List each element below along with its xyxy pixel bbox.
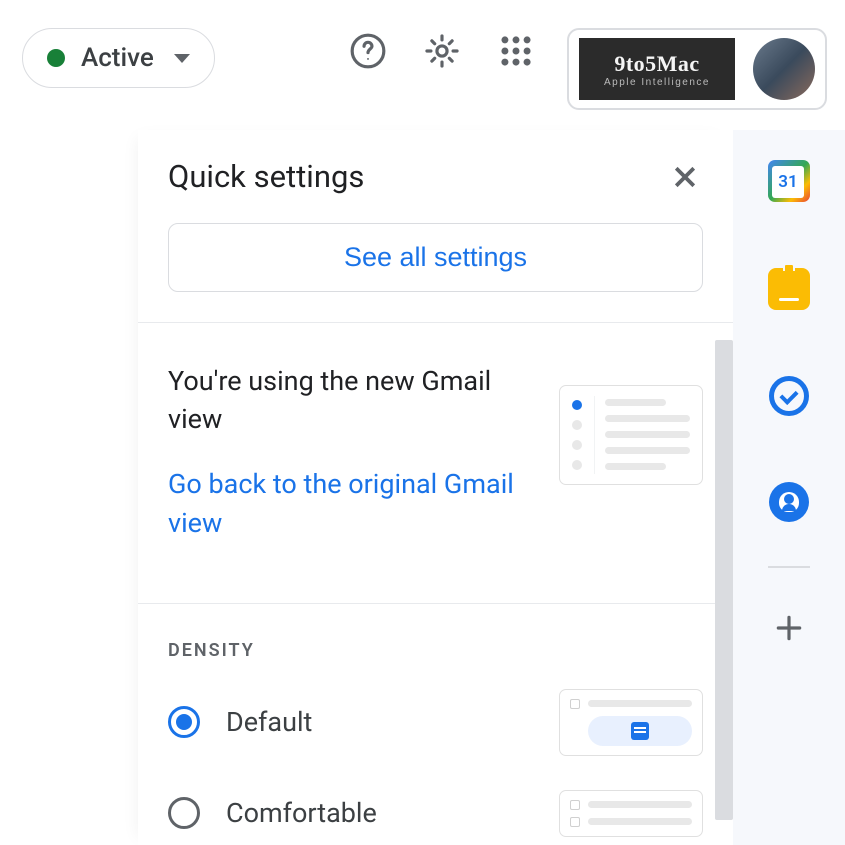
close-button[interactable] <box>667 159 703 195</box>
avatar[interactable] <box>753 38 815 100</box>
brand-logo: 9to5Mac Apple Intelligence <box>579 38 735 100</box>
density-comfortable-thumbnail-icon <box>559 790 703 837</box>
go-back-original-view-link[interactable]: Go back to the original Gmail view <box>168 465 539 543</box>
add-app-button[interactable] <box>773 612 805 648</box>
contacts-app-button[interactable] <box>769 482 809 522</box>
density-option-comfortable[interactable]: Comfortable <box>168 790 703 837</box>
apps-button[interactable] <box>493 28 539 74</box>
help-button[interactable] <box>345 28 391 74</box>
radio-selected-icon <box>168 706 200 738</box>
density-option-default[interactable]: Default <box>168 689 703 756</box>
density-option-label: Default <box>226 706 533 738</box>
radio-unselected-icon <box>168 797 200 829</box>
status-chip[interactable]: Active <box>22 28 215 88</box>
see-all-settings-button[interactable]: See all settings <box>168 223 703 292</box>
close-icon <box>670 162 700 192</box>
calendar-app-button[interactable]: 31 <box>768 160 810 202</box>
gmail-view-message: You're using the new Gmail view <box>168 363 539 439</box>
help-icon <box>349 32 387 70</box>
brand-line1: 9to5Mac <box>614 51 699 77</box>
side-panel-divider <box>768 566 810 568</box>
quick-settings-panel: Quick settings See all settings You're u… <box>138 130 734 845</box>
density-option-label: Comfortable <box>226 797 533 829</box>
settings-button[interactable] <box>419 28 465 74</box>
brand-line2: Apple Intelligence <box>604 77 710 88</box>
panel-header: Quick settings <box>168 158 703 195</box>
scrollbar[interactable] <box>715 340 733 820</box>
account-box[interactable]: 9to5Mac Apple Intelligence <box>567 28 827 110</box>
plus-icon <box>773 612 805 644</box>
status-label: Active <box>81 43 154 73</box>
status-dot-icon <box>47 49 65 67</box>
gmail-view-thumbnail-icon <box>559 385 703 485</box>
calendar-day: 31 <box>772 166 804 198</box>
keep-app-button[interactable] <box>768 268 810 310</box>
top-bar: Active 9to5Mac Apple Intelligence <box>0 0 845 130</box>
contacts-icon <box>779 492 799 512</box>
gear-icon <box>423 32 461 70</box>
gmail-view-section: You're using the new Gmail view Go back … <box>168 323 703 573</box>
side-panel: 31 <box>733 130 845 845</box>
panel-title: Quick settings <box>168 158 364 195</box>
chevron-down-icon <box>174 54 190 63</box>
density-label: DENSITY <box>168 604 703 661</box>
keep-icon <box>783 263 795 271</box>
tasks-app-button[interactable] <box>769 376 809 416</box>
density-default-thumbnail-icon <box>559 689 703 756</box>
apps-grid-icon <box>497 32 535 70</box>
